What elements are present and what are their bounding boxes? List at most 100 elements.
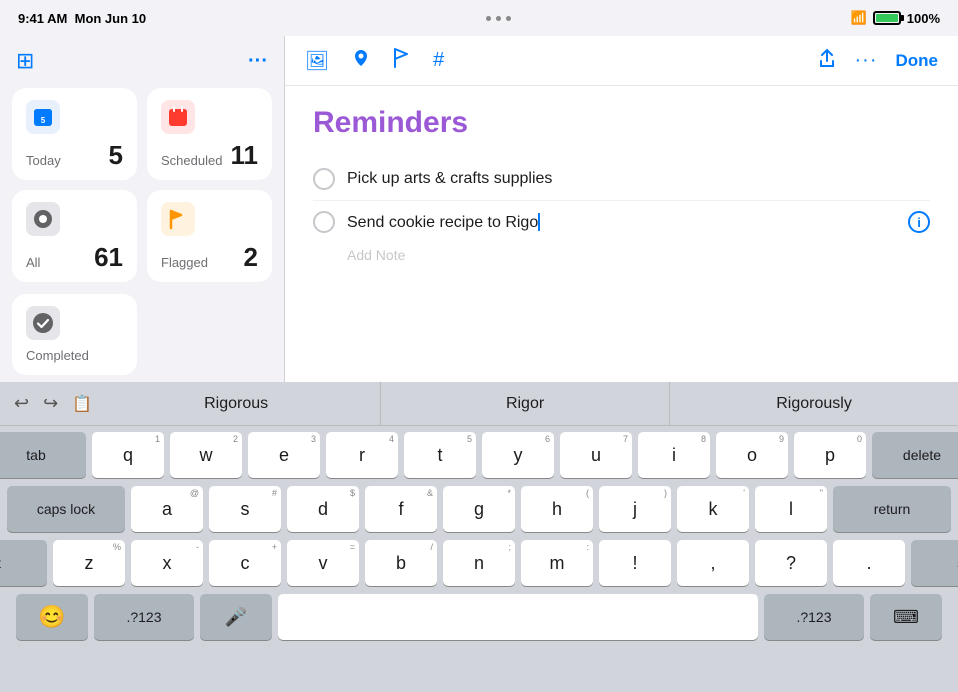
smart-card-flagged[interactable]: Flagged 2 [147, 190, 272, 282]
smart-lists-grid: 5 Today 5 Schedu [12, 88, 272, 282]
scheduled-count: 11 [231, 142, 259, 168]
completed-label: Completed [26, 348, 123, 363]
key-exclaim[interactable]: ! [599, 540, 671, 586]
key-z[interactable]: %z [53, 540, 125, 586]
key-l[interactable]: "l [755, 486, 827, 532]
scheduled-label: Scheduled [161, 153, 222, 168]
sidebar-header: ⊞ ··· [12, 48, 272, 74]
key-b[interactable]: /b [365, 540, 437, 586]
status-dots [486, 16, 511, 21]
key-t[interactable]: 5t [404, 432, 476, 478]
key-v[interactable]: =v [287, 540, 359, 586]
key-a[interactable]: @a [131, 486, 203, 532]
autocorrect-bar: ↩ ↪ 📋 Rigorous Rigor Rigorously [0, 382, 958, 426]
key-s[interactable]: #s [209, 486, 281, 532]
suggestion-1[interactable]: Rigorous [92, 382, 381, 426]
suggestion-2[interactable]: Rigor [381, 382, 670, 426]
space-key[interactable] [278, 594, 758, 640]
smart-card-today[interactable]: 5 Today 5 [12, 88, 137, 180]
shift-left-key[interactable]: shift [0, 540, 47, 586]
autocorrect-suggestions: Rigorous Rigor Rigorously [92, 382, 958, 426]
key-m[interactable]: :m [521, 540, 593, 586]
shift-right-key[interactable]: shift [911, 540, 958, 586]
today-icon: 5 [26, 100, 60, 134]
battery-icon [873, 11, 901, 25]
share-icon[interactable] [817, 47, 837, 75]
key-e[interactable]: 3e [248, 432, 320, 478]
microphone-key[interactable]: 🎤 [200, 594, 272, 640]
sidebar-toggle-icon[interactable]: ⊞ [16, 48, 34, 74]
reminders-title: Reminders [313, 106, 930, 140]
numbers-right-key[interactable]: .?123 [764, 594, 864, 640]
keyboard-dismiss-key[interactable]: ⌨ [870, 594, 942, 640]
key-h[interactable]: (h [521, 486, 593, 532]
key-n[interactable]: ;n [443, 540, 515, 586]
key-r[interactable]: 4r [326, 432, 398, 478]
reminder-checkbox-2[interactable] [313, 211, 335, 233]
flagged-label: Flagged [161, 255, 208, 270]
reminder-text-1: Pick up arts & crafts supplies [347, 170, 930, 188]
suggestion-3[interactable]: Rigorously [670, 382, 958, 426]
sidebar-more-button[interactable]: ··· [248, 50, 268, 73]
flagged-count: 2 [244, 244, 258, 270]
flagged-icon [161, 202, 195, 236]
camera-icon[interactable]: 🖼 [305, 49, 329, 73]
flag-icon[interactable] [393, 48, 411, 74]
key-k[interactable]: 'k [677, 486, 749, 532]
reminder-info-button[interactable]: i [908, 211, 930, 233]
key-u[interactable]: 7u [560, 432, 632, 478]
reminder-item-1[interactable]: Pick up arts & crafts supplies [313, 158, 930, 201]
smart-card-completed[interactable]: Completed [12, 294, 137, 375]
completed-icon [26, 306, 60, 340]
reminder-text-2: Send cookie recipe to Rigo [347, 213, 896, 232]
reminder-item-2[interactable]: Send cookie recipe to Rigo i Add Note [313, 201, 930, 273]
delete-key[interactable]: delete [872, 432, 958, 478]
add-note-label[interactable]: Add Note [313, 247, 405, 263]
status-bar: 9:41 AM Mon Jun 10 📶 100% [0, 0, 958, 36]
return-key[interactable]: return [833, 486, 951, 532]
key-o[interactable]: 9o [716, 432, 788, 478]
reminder-active-row: Send cookie recipe to Rigo i [313, 211, 930, 233]
all-icon [26, 202, 60, 236]
smart-card-all[interactable]: All 61 [12, 190, 137, 282]
keyboard-row-4: 😊 .?123 🎤 .?123 ⌨ [4, 594, 954, 640]
redo-button[interactable]: ↪ [43, 393, 58, 414]
hashtag-icon[interactable]: # [433, 49, 444, 72]
key-f[interactable]: &f [365, 486, 437, 532]
today-count: 5 [109, 142, 123, 168]
toolbar-left: 🖼 # [305, 48, 444, 74]
key-p[interactable]: 0p [794, 432, 866, 478]
key-question[interactable]: ? [755, 540, 827, 586]
keyboard-row-2: caps lock @a #s $d &f *g (h )j 'k "l ret… [4, 486, 954, 532]
text-cursor [538, 213, 540, 231]
emoji-key[interactable]: 😊 [16, 594, 88, 640]
key-d[interactable]: $d [287, 486, 359, 532]
key-c[interactable]: +c [209, 540, 281, 586]
keyboard-row-1: tab 1q 2w 3e 4r 5t 6y 7u 8i 9o 0p delete [4, 432, 954, 478]
key-y[interactable]: 6y [482, 432, 554, 478]
all-count: 61 [94, 244, 123, 270]
key-w[interactable]: 2w [170, 432, 242, 478]
caps-lock-key[interactable]: caps lock [7, 486, 125, 532]
today-label: Today [26, 153, 61, 168]
key-comma[interactable]: , [677, 540, 749, 586]
keyboard: tab 1q 2w 3e 4r 5t 6y 7u 8i 9o 0p delete… [0, 426, 958, 644]
toolbar: 🖼 # ··· Done [285, 36, 958, 86]
key-q[interactable]: 1q [92, 432, 164, 478]
status-time-date: 9:41 AM Mon Jun 10 [18, 11, 146, 26]
reminder-checkbox-1[interactable] [313, 168, 335, 190]
key-period[interactable]: . [833, 540, 905, 586]
key-x[interactable]: -x [131, 540, 203, 586]
tab-key[interactable]: tab [0, 432, 86, 478]
key-j[interactable]: )j [599, 486, 671, 532]
location-icon[interactable] [351, 48, 371, 74]
key-i[interactable]: 8i [638, 432, 710, 478]
more-icon[interactable]: ··· [855, 49, 878, 72]
numbers-left-key[interactable]: .?123 [94, 594, 194, 640]
undo-button[interactable]: ↩ [14, 393, 29, 414]
smart-card-scheduled[interactable]: Scheduled 11 [147, 88, 272, 180]
undo-redo-group: ↩ ↪ 📋 [0, 393, 92, 414]
done-button[interactable]: Done [896, 51, 939, 71]
key-g[interactable]: *g [443, 486, 515, 532]
paste-button[interactable]: 📋 [72, 394, 92, 414]
